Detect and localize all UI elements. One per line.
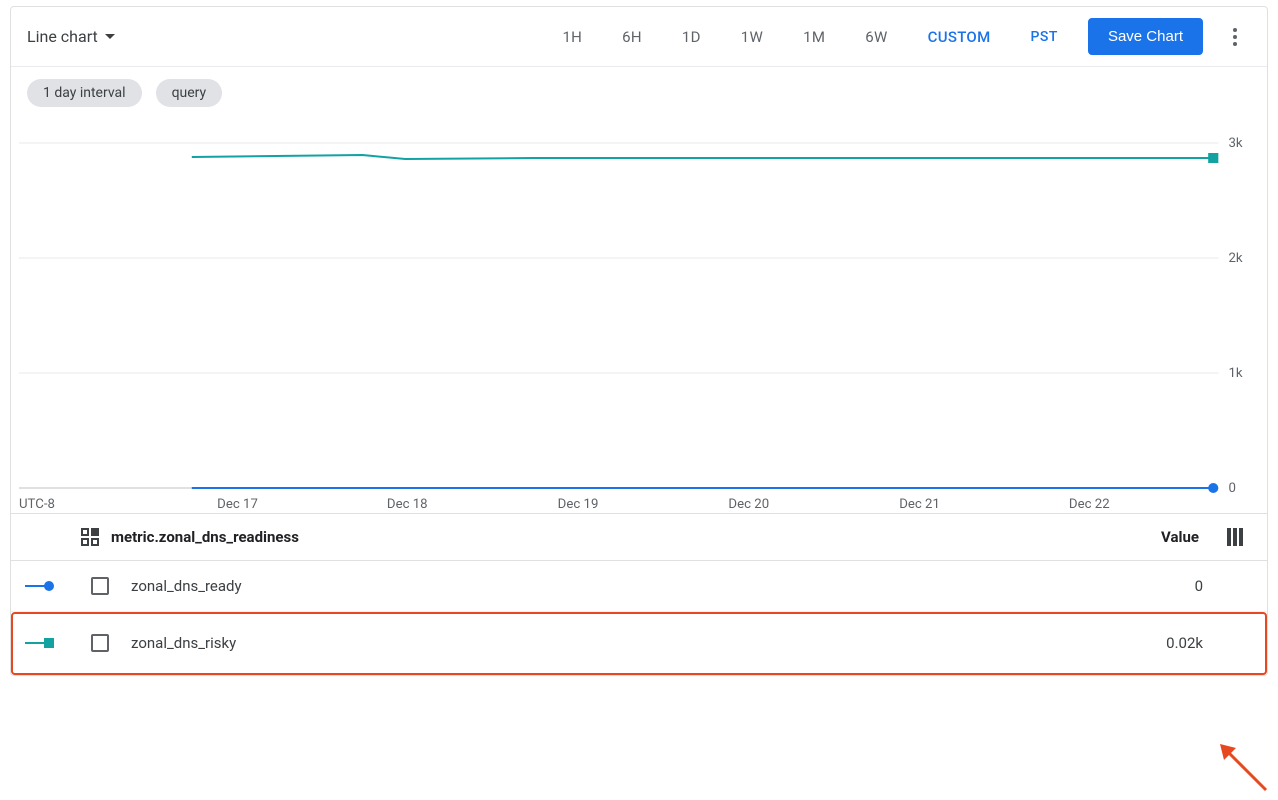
value-column-header[interactable]: Value	[1161, 528, 1199, 546]
svg-text:2k: 2k	[1229, 251, 1243, 266]
series-name-risky: zonal_dns_risky	[131, 634, 236, 652]
legend-row-zonal-dns-ready[interactable]: zonal_dns_ready 0	[11, 561, 1267, 612]
svg-text:Dec 22: Dec 22	[1069, 497, 1110, 512]
more-options-button[interactable]	[1223, 28, 1247, 46]
chart-type-label: Line chart	[27, 27, 98, 46]
chart-area[interactable]: 3k 2k 1k 0 UTC-8 Dec 17 Dec 18 Dec 19 De…	[19, 123, 1259, 513]
line-chart-svg: 3k 2k 1k 0 UTC-8 Dec 17 Dec 18 Dec 19 De…	[19, 123, 1259, 513]
query-pill[interactable]: query	[156, 79, 223, 107]
caret-down-icon	[104, 33, 116, 41]
columns-icon[interactable]	[1227, 528, 1243, 546]
svg-text:1k: 1k	[1229, 366, 1243, 381]
series-glyph-teal	[25, 642, 53, 644]
period-6w[interactable]: 6W	[865, 28, 887, 46]
metric-group-label: metric.zonal_dns_readiness	[111, 528, 299, 546]
svg-text:Dec 17: Dec 17	[217, 497, 258, 512]
time-range-tabs: 1H 6H 1D 1W 1M 6W CUSTOM	[562, 28, 990, 46]
svg-text:Dec 20: Dec 20	[728, 497, 769, 512]
series-zonal-dns-ready	[192, 483, 1219, 493]
svg-text:Dec 18: Dec 18	[387, 497, 428, 512]
period-1d[interactable]: 1D	[682, 28, 701, 46]
series-name-ready: zonal_dns_ready	[131, 577, 242, 595]
filter-pill-row: 1 day interval query	[11, 67, 1267, 107]
series-checkbox-risky[interactable]	[91, 634, 109, 652]
svg-text:3k: 3k	[1229, 136, 1243, 151]
period-1m[interactable]: 1M	[803, 28, 825, 46]
period-custom[interactable]: CUSTOM	[928, 28, 991, 46]
interval-pill[interactable]: 1 day interval	[27, 79, 142, 107]
series-zonal-dns-risky	[192, 153, 1219, 163]
x-axis: UTC-8 Dec 17 Dec 18 Dec 19 Dec 20 Dec 21…	[19, 497, 1110, 512]
svg-text:UTC-8: UTC-8	[19, 497, 55, 512]
period-6h[interactable]: 6H	[622, 28, 642, 46]
svg-text:Dec 21: Dec 21	[899, 497, 940, 512]
series-glyph-blue	[25, 585, 53, 587]
chart-toolbar: Line chart 1H 6H 1D 1W 1M 6W CUSTOM PST …	[11, 7, 1267, 67]
group-by-icon[interactable]	[81, 528, 99, 546]
svg-text:0: 0	[1229, 481, 1236, 496]
timezone-selector[interactable]: PST	[1031, 29, 1058, 45]
save-chart-button[interactable]: Save Chart	[1088, 18, 1203, 55]
series-checkbox-ready[interactable]	[91, 577, 109, 595]
series-value-ready: 0	[1195, 577, 1243, 595]
legend-row-zonal-dns-risky[interactable]: zonal_dns_risky 0.02k	[11, 612, 1267, 675]
period-1w[interactable]: 1W	[741, 28, 763, 46]
legend-header: metric.zonal_dns_readiness Value	[11, 513, 1267, 561]
period-1h[interactable]: 1H	[562, 28, 582, 46]
chart-type-selector[interactable]: Line chart	[27, 27, 116, 46]
svg-text:Dec 19: Dec 19	[558, 497, 599, 512]
chart-card: Line chart 1H 6H 1D 1W 1M 6W CUSTOM PST …	[10, 6, 1268, 676]
callout-arrow-icon	[1216, 740, 1276, 800]
series-value-risky: 0.02k	[1166, 634, 1243, 652]
y-axis: 3k 2k 1k 0	[19, 136, 1243, 496]
